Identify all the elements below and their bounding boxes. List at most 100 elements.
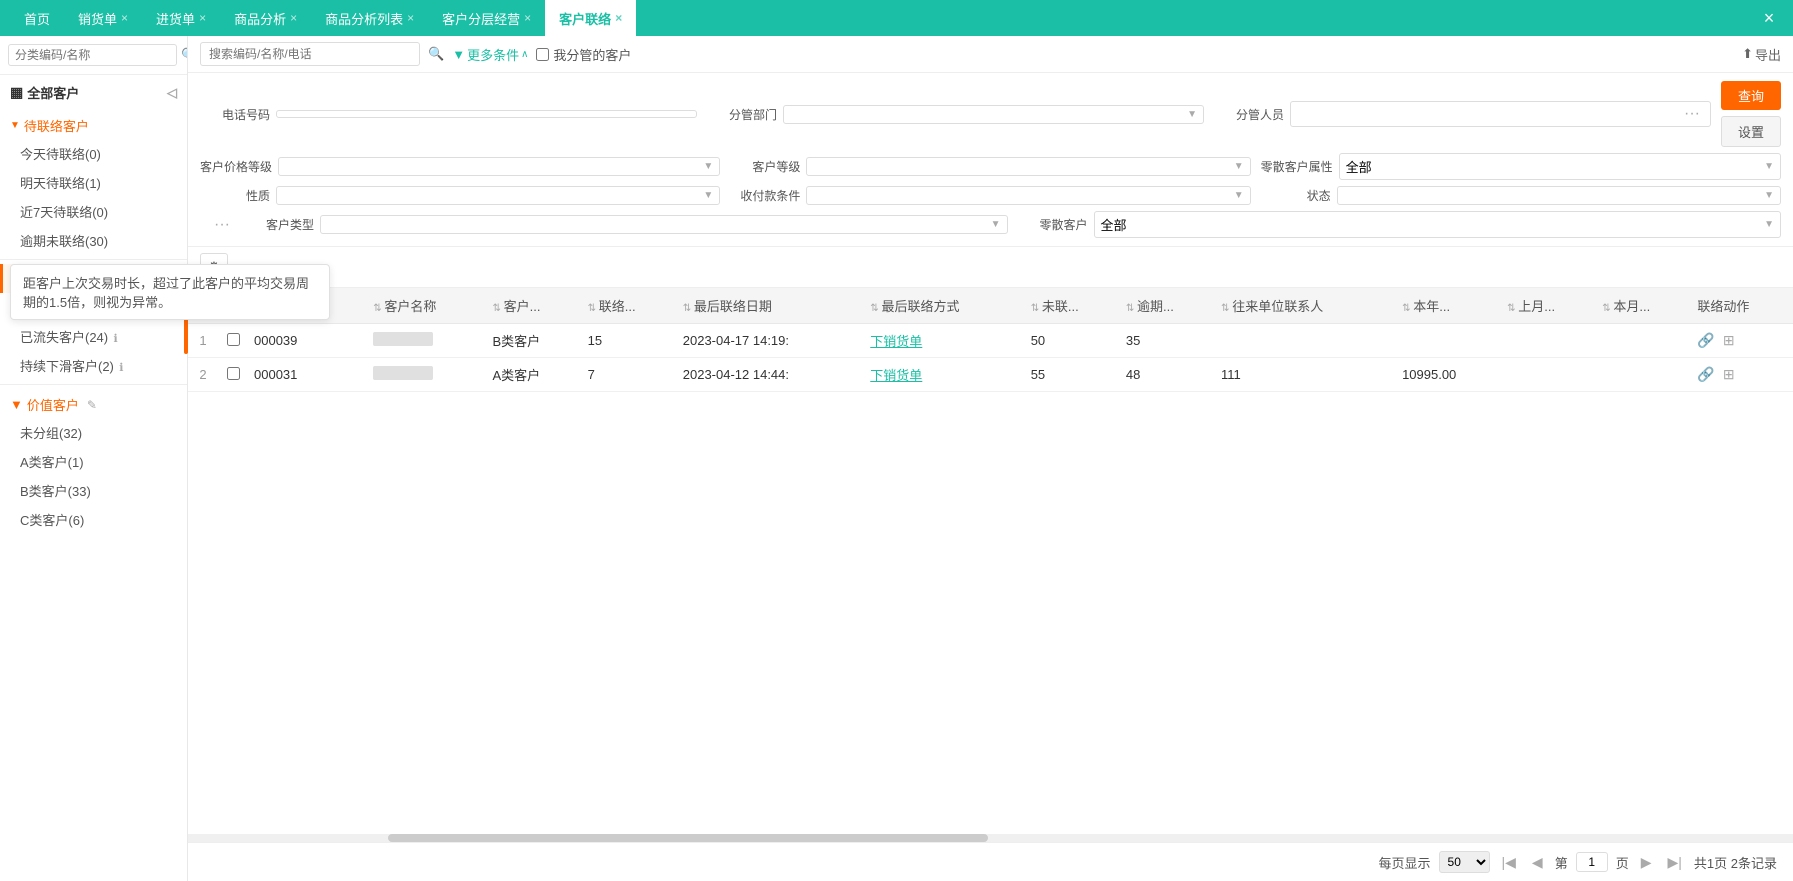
my-customers-checkbox-input[interactable]: [536, 48, 549, 61]
nav-close-purchase-order[interactable]: ×: [199, 11, 206, 25]
filter-field-retail-attr: 零散客户属性 全部 ▼: [1261, 153, 1781, 180]
payment-terms-input[interactable]: ▼: [806, 186, 1250, 205]
sidebar-item-overdue-uncontacted[interactable]: 逾期未联络(30): [0, 226, 187, 255]
row2-grid-icon[interactable]: ⊞: [1723, 366, 1735, 383]
division-dept-input[interactable]: ▼: [783, 105, 1204, 124]
chevron-down-icon-6: ▼: [703, 190, 713, 201]
row1-this-year: [1396, 324, 1501, 358]
nav-sales-order[interactable]: 销货单 ×: [64, 0, 142, 36]
row1-grid-icon[interactable]: ⊞: [1723, 332, 1735, 349]
retail-attr-label: 零散客户属性: [1261, 158, 1333, 175]
my-customers-checkbox[interactable]: 我分管的客户: [536, 45, 631, 64]
retail-customer-input[interactable]: 全部 ▼: [1094, 211, 1782, 238]
nav-home[interactable]: 首页: [10, 0, 64, 36]
customer-level-input[interactable]: ▼: [806, 157, 1250, 176]
sidebar-item-declining[interactable]: 持续下滑客户(2) ℹ: [0, 351, 187, 380]
nav-close-customer-segmentation[interactable]: ×: [524, 11, 531, 25]
page-nav-last[interactable]: ▶|: [1664, 852, 1686, 873]
more-dots[interactable]: ···: [210, 216, 234, 234]
row2-link-icon[interactable]: 🔗: [1697, 366, 1714, 383]
horizontal-scrollbar[interactable]: [188, 834, 1793, 842]
row1-last-method[interactable]: 下销货单: [864, 324, 1024, 358]
nav-customer-segmentation[interactable]: 客户分层经营 ×: [428, 0, 545, 36]
sidebar-item-b-customers[interactable]: B类客户(33): [0, 476, 187, 505]
tooltip-box: 距客户上次交易时长，超过了此客户的平均交易周期的1.5倍，则视为异常。: [10, 264, 330, 320]
sidebar-item-a-customers[interactable]: A类客户(1): [0, 447, 187, 476]
sidebar-item-today-pending[interactable]: 今天待联络(0): [0, 139, 187, 168]
row1-link-icon[interactable]: 🔗: [1697, 332, 1714, 349]
sidebar-item-7days-pending[interactable]: 近7天待联络(0): [0, 197, 187, 226]
division-person-input[interactable]: ···: [1290, 101, 1711, 127]
row2-actions: 🔗 ⊞: [1691, 358, 1793, 392]
status-input[interactable]: ▼: [1337, 186, 1781, 205]
th-contact-count[interactable]: 联络...: [582, 288, 677, 324]
nav-close-product-analysis-list[interactable]: ×: [407, 11, 414, 25]
row2-last-method[interactable]: 下销货单: [864, 358, 1024, 392]
filter-search-input[interactable]: [200, 42, 420, 66]
nav-close-customer-contact[interactable]: ×: [615, 11, 622, 25]
row2-num: 2: [188, 358, 218, 392]
filter-search-icon[interactable]: 🔍: [428, 46, 444, 62]
nav-purchase-order[interactable]: 进货单 ×: [142, 0, 220, 36]
retail-attr-input[interactable]: 全部 ▼: [1339, 153, 1781, 180]
chevron-down-icon-4: ▼: [1234, 161, 1244, 172]
th-uncontacted[interactable]: 未联...: [1025, 288, 1120, 324]
nav-close-sales-order[interactable]: ×: [121, 11, 128, 25]
per-page-select[interactable]: 50 100 200: [1439, 851, 1490, 873]
gender-label: 性质: [200, 187, 270, 204]
row2-uncontacted: 55: [1025, 358, 1120, 392]
scrollbar-thumb[interactable]: [388, 834, 988, 842]
sidebar-item-tomorrow-pending[interactable]: 明天待联络(1): [0, 168, 187, 197]
row1-name: [367, 324, 486, 358]
th-this-year[interactable]: 本年...: [1396, 288, 1501, 324]
filter-field-division-person: 分管人员 ···: [1214, 101, 1711, 127]
sidebar-value-customers-title[interactable]: ▼ 价值客户 ✎: [0, 389, 187, 418]
export-btn[interactable]: ⬆ 导出: [1742, 45, 1781, 64]
query-button[interactable]: 查询: [1721, 81, 1781, 110]
sidebar-item-c-customers[interactable]: C类客户(6): [0, 505, 187, 534]
nav-product-analysis-list[interactable]: 商品分析列表 ×: [311, 0, 428, 36]
th-last-contact-date[interactable]: 最后联络日期: [677, 288, 865, 324]
phone-input[interactable]: [276, 110, 697, 118]
page-nav-next[interactable]: ▶: [1637, 852, 1656, 873]
th-overdue[interactable]: 逾期...: [1120, 288, 1215, 324]
th-last-contact-method[interactable]: 最后联络方式: [864, 288, 1024, 324]
content-area: 🔍 ▼ 更多条件 ∧ 我分管的客户 ⬆ 导出 电话号码: [188, 36, 1793, 881]
info-icon-4: ℹ: [119, 362, 123, 374]
row2-code: 000031: [248, 358, 367, 392]
row1-checkbox-input[interactable]: [227, 333, 240, 346]
chevron-down-icon-8: ▼: [1764, 190, 1774, 201]
sidebar-item-unclassified[interactable]: 未分组(32): [0, 418, 187, 447]
current-page-input[interactable]: [1576, 852, 1608, 872]
row2-checkbox-input[interactable]: [227, 367, 240, 380]
left-sidebar: 🔍 ▦ 全部客户 ◁ ▼ 待联络客户 今天待联络(0) 明天待联络(1) 近7天…: [0, 36, 188, 881]
th-this-month[interactable]: 本月...: [1596, 288, 1691, 324]
more-icon[interactable]: ···: [1680, 105, 1704, 123]
retail-customer-label: 零散客户: [1018, 216, 1088, 233]
sidebar-search-icon[interactable]: 🔍: [181, 47, 188, 63]
more-conditions-btn[interactable]: ▼ 更多条件 ∧: [452, 45, 528, 64]
chevron-down-icon: ∧: [521, 49, 528, 60]
th-customer-level[interactable]: 客户...: [486, 288, 581, 324]
price-level-input[interactable]: ▼: [278, 157, 720, 176]
phone-label: 电话号码: [200, 106, 270, 123]
sidebar-collapse-btn[interactable]: ◁: [167, 85, 177, 101]
nav-product-analysis[interactable]: 商品分析 ×: [220, 0, 311, 36]
gender-input[interactable]: ▼: [276, 186, 720, 205]
page-nav-first[interactable]: |◀: [1498, 852, 1520, 873]
filter-field-retail-customer: 零散客户 全部 ▼: [1018, 211, 1782, 238]
nav-customer-contact[interactable]: 客户联络 ×: [545, 0, 636, 36]
th-last-month[interactable]: 上月...: [1501, 288, 1596, 324]
sidebar-group-pending-contact[interactable]: ▼ 待联络客户: [0, 110, 187, 139]
page-nav-prev[interactable]: ◀: [1528, 852, 1547, 873]
edit-icon[interactable]: ✎: [87, 398, 97, 412]
nav-close-product-analysis[interactable]: ×: [290, 11, 297, 25]
th-customer-name[interactable]: 客户名称: [367, 288, 486, 324]
window-close-button[interactable]: ×: [1755, 4, 1783, 32]
sidebar-item-churned[interactable]: 已流失客户(24) ℹ: [0, 322, 187, 351]
settings-button[interactable]: 设置: [1721, 116, 1781, 147]
sidebar-search-input[interactable]: [8, 44, 177, 66]
customer-type-input[interactable]: ▼: [320, 215, 1008, 234]
th-contact-person[interactable]: 往来单位联系人: [1215, 288, 1396, 324]
row2-last-date: 2023-04-12 14:44:: [677, 358, 865, 392]
